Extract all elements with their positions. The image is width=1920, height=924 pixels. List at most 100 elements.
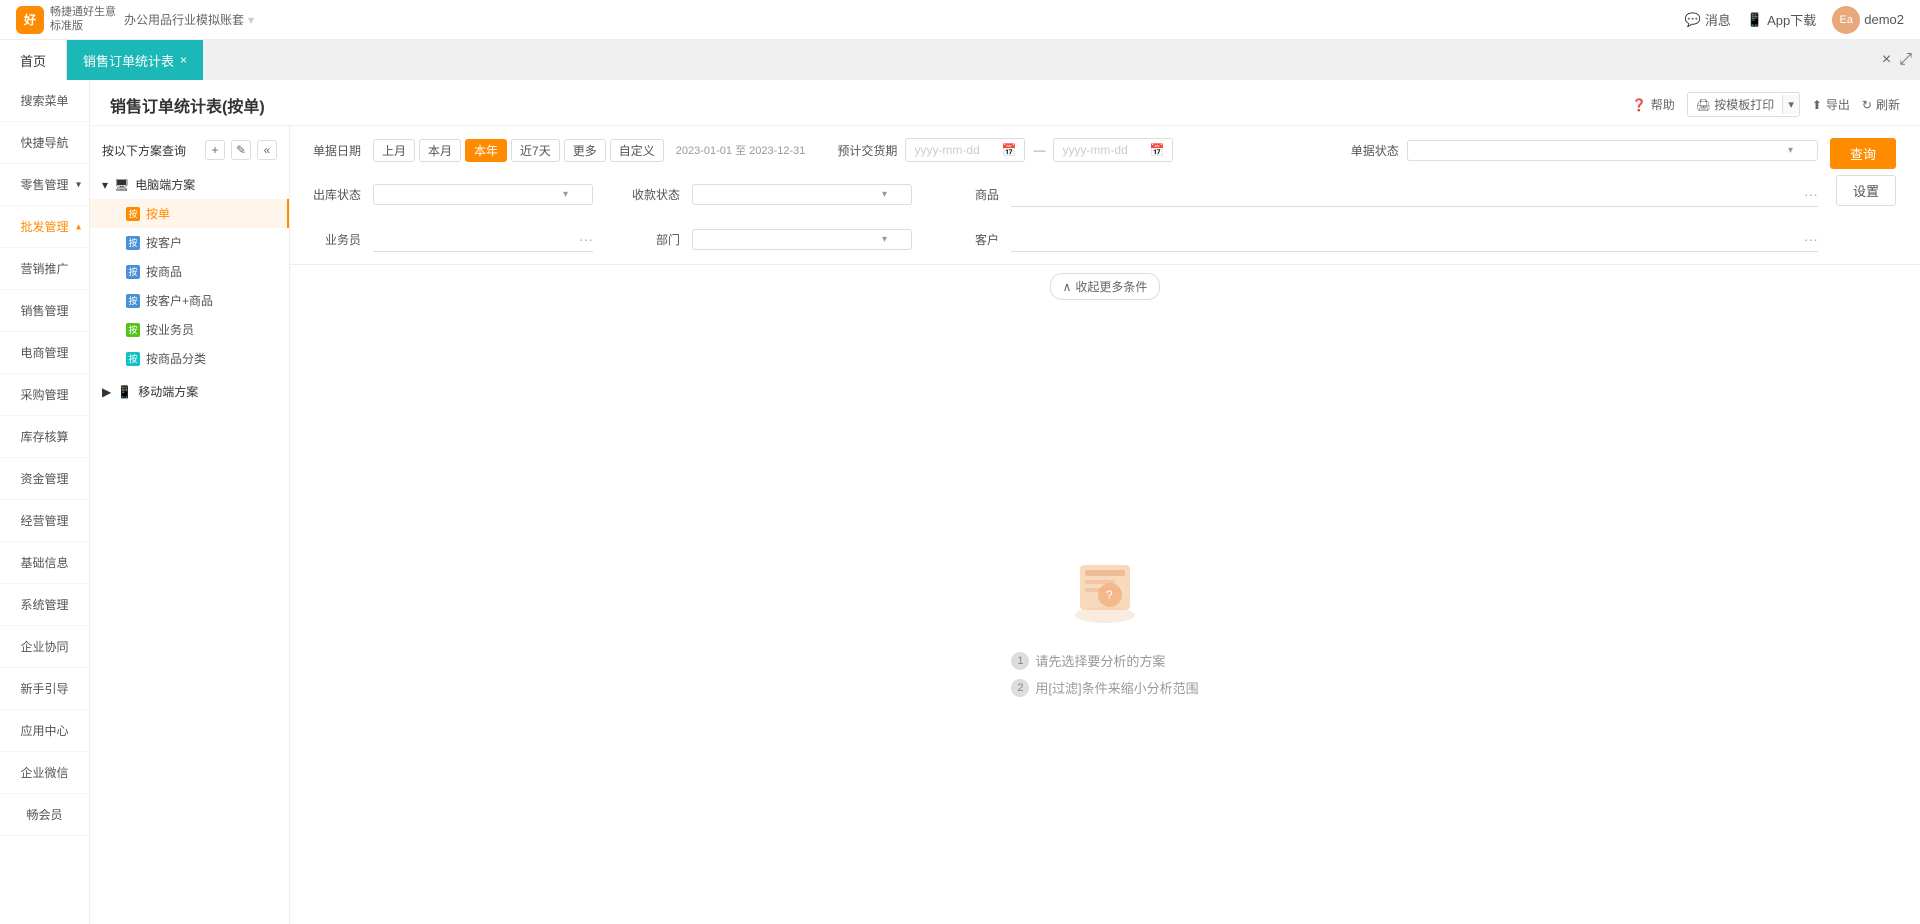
- scheme-item-by-product-category[interactable]: 按 按商品分类: [90, 344, 289, 373]
- scheme-edit-button[interactable]: ✎: [231, 140, 251, 160]
- export-button[interactable]: ⬆ 导出: [1812, 96, 1850, 113]
- salesperson-dots-icon[interactable]: ···: [579, 231, 593, 247]
- sidebar-item-search-menu[interactable]: 搜索菜单: [0, 80, 89, 122]
- delivery-status-arrow-icon: ▾: [563, 189, 568, 200]
- scheme-group-header-mobile[interactable]: ▶ 📱 移动端方案: [90, 377, 289, 406]
- date-btn-last-7-days[interactable]: 近7天: [511, 139, 560, 162]
- payment-status-select[interactable]: ▾: [692, 184, 912, 205]
- main-content: 搜索菜单 快捷导航 零售管理 ▾ 批发管理 ▴ 营销推广 销售管理 电商管理 采…: [0, 80, 1920, 924]
- sidebar-item-ecommerce[interactable]: 电商管理: [0, 332, 89, 374]
- page-header-actions: ❓ 帮助 🖨 按模板打印 ▾ ⬆ 导出 ↻ 刷新: [1632, 92, 1900, 117]
- collapse-bar: ∧ 收起更多条件: [290, 265, 1920, 308]
- scheme-group-folder-icon: 🖥: [114, 178, 129, 192]
- scheme-add-button[interactable]: +: [205, 140, 225, 160]
- refresh-icon: ↻: [1862, 98, 1872, 112]
- scheme-group-mobile-arrow-icon: ▶: [102, 385, 111, 399]
- scheme-item-by-salesperson[interactable]: 按 按业务员: [90, 315, 289, 344]
- expected-delivery-group: 预计交货期 yyyy-mm-dd 📅 — yyyy-mm-dd 📅: [837, 138, 1311, 162]
- expected-delivery-label: 预计交货期: [837, 142, 897, 159]
- product-dots-icon[interactable]: ···: [1804, 186, 1818, 202]
- department-arrow-icon: ▾: [882, 234, 887, 245]
- date-btn-this-month[interactable]: 本月: [419, 139, 461, 162]
- scheme-panel-actions: + ✎ «: [205, 140, 277, 160]
- collapse-arrow-icon: ∧: [1063, 280, 1072, 294]
- sidebar-item-operations[interactable]: 经营管理: [0, 500, 89, 542]
- sidebar-item-basic-info[interactable]: 基础信息: [0, 542, 89, 584]
- sidebar-item-app-center[interactable]: 应用中心: [0, 710, 89, 752]
- refresh-button[interactable]: ↻ 刷新: [1862, 96, 1900, 113]
- tab-maximize-button[interactable]: ⤢: [1899, 51, 1912, 69]
- tab-home[interactable]: 首页: [0, 40, 67, 80]
- tab-spacer: [203, 40, 1874, 80]
- tip-num-2: 2: [1011, 679, 1029, 697]
- date-quick-buttons: 上月 本月 本年 近7天 更多 自定义: [373, 139, 664, 162]
- query-btn-group: 查询 设置: [1830, 138, 1904, 206]
- message-button[interactable]: 💬 消息: [1685, 10, 1731, 29]
- page-content: 销售订单统计表(按单) ❓ 帮助 🖨 按模板打印 ▾ ⬆ 导出: [90, 80, 1920, 924]
- scheme-panel-header: 按以下方案查询 + ✎ «: [90, 134, 289, 166]
- help-button[interactable]: ❓ 帮助: [1632, 96, 1675, 113]
- date-btn-last-month[interactable]: 上月: [373, 139, 415, 162]
- scheme-group-desktop: ▾ 🖥 电脑端方案 按 按单 按 按客户 按 按商品: [90, 170, 289, 373]
- scheme-item-by-customer[interactable]: 按 按客户: [90, 228, 289, 257]
- delivery-status-select[interactable]: ▾: [373, 184, 593, 205]
- date-filter-label: 单据日期: [306, 142, 361, 159]
- empty-tip-2: 2 用[过滤]条件来缩小分析范围: [1011, 678, 1198, 697]
- wholesale-mgmt-arrow-icon: ▴: [76, 221, 81, 232]
- filter-row-3: 业务员 ··· 部门 ▾ 客户: [306, 227, 1818, 252]
- sidebar-item-enterprise-wechat[interactable]: 企业微信: [0, 752, 89, 794]
- tip-num-1: 1: [1011, 652, 1029, 670]
- sidebar-item-vip-member[interactable]: 畅会员: [0, 794, 89, 836]
- expected-delivery-from-input[interactable]: yyyy-mm-dd 📅: [905, 138, 1025, 162]
- calendar-from-icon: 📅: [1001, 143, 1016, 157]
- filter-row-2: 出库状态 ▾ 收款状态 ▾ 商品: [306, 182, 1818, 207]
- payment-status-label: 收款状态: [625, 186, 680, 203]
- page-title: 销售订单统计表(按单): [110, 93, 265, 117]
- order-status-select[interactable]: ▾: [1407, 140, 1818, 161]
- scheme-item-by-order[interactable]: 按 按单: [90, 199, 289, 228]
- scheme-item-icon-by-product-category: 按: [126, 352, 140, 366]
- expected-delivery-to-input[interactable]: yyyy-mm-dd 📅: [1053, 138, 1173, 162]
- scheme-group-header-desktop[interactable]: ▾ 🖥 电脑端方案: [90, 170, 289, 199]
- filter-rows: 单据日期 上月 本月 本年 近7天 更多 自定义: [290, 126, 1920, 265]
- sidebar-item-finance[interactable]: 资金管理: [0, 458, 89, 500]
- sidebar-item-wholesale-mgmt[interactable]: 批发管理 ▴: [0, 206, 89, 248]
- customer-input: ···: [1011, 227, 1818, 252]
- scheme-item-by-product[interactable]: 按 按商品: [90, 257, 289, 286]
- customer-dots-icon[interactable]: ···: [1804, 231, 1818, 247]
- scheme-item-by-customer-product[interactable]: 按 按客户+商品: [90, 286, 289, 315]
- sidebar-item-system[interactable]: 系统管理: [0, 584, 89, 626]
- calendar-to-icon: 📅: [1149, 143, 1164, 157]
- empty-state: ? 1 请先选择要分析的方案 2 用[过滤]条件来缩小分析范围: [290, 308, 1920, 924]
- tab-close-icon[interactable]: ×: [180, 53, 187, 67]
- print-dropdown-button[interactable]: ▾: [1782, 95, 1799, 114]
- tab-minimize-button[interactable]: ×: [1882, 51, 1891, 69]
- salesperson-label: 业务员: [306, 231, 361, 248]
- sidebar-item-retail-mgmt[interactable]: 零售管理 ▾: [0, 164, 89, 206]
- empty-illustration: ?: [1055, 535, 1155, 635]
- sidebar-item-quick-nav[interactable]: 快捷导航: [0, 122, 89, 164]
- sidebar-item-new-guide[interactable]: 新手引导: [0, 668, 89, 710]
- scheme-group-arrow-icon: ▾: [102, 178, 108, 192]
- sidebar-item-inventory[interactable]: 库存核算: [0, 416, 89, 458]
- scheme-group-mobile-icon: 📱: [117, 385, 132, 399]
- date-btn-more[interactable]: 更多: [564, 139, 606, 162]
- print-main-button[interactable]: 🖨 按模板打印: [1688, 93, 1783, 116]
- user-menu[interactable]: Ea demo2: [1832, 6, 1904, 34]
- sidebar-item-sales-mgmt[interactable]: 销售管理: [0, 290, 89, 332]
- date-btn-this-year[interactable]: 本年: [465, 139, 507, 162]
- right-area: 单据日期 上月 本月 本年 近7天 更多 自定义: [290, 126, 1920, 924]
- app-download-button[interactable]: 📱 App下载: [1747, 10, 1816, 29]
- scheme-collapse-button[interactable]: «: [257, 140, 277, 160]
- collapse-button[interactable]: ∧ 收起更多条件: [1050, 273, 1161, 300]
- tab-bar: 首页 销售订单统计表 × × ⤢: [0, 40, 1920, 80]
- sidebar-item-marketing[interactable]: 营销推广: [0, 248, 89, 290]
- department-select[interactable]: ▾: [692, 229, 912, 250]
- setting-button[interactable]: 设置: [1836, 175, 1896, 206]
- date-btn-custom[interactable]: 自定义: [610, 139, 664, 162]
- sidebar-item-enterprise-collab[interactable]: 企业协同: [0, 626, 89, 668]
- sidebar-item-purchase[interactable]: 采购管理: [0, 374, 89, 416]
- tab-sales-order[interactable]: 销售订单统计表 ×: [67, 40, 203, 80]
- query-button[interactable]: 查询: [1830, 138, 1896, 169]
- date-range-inputs: 2023-01-01 至 2023-12-31: [676, 142, 806, 158]
